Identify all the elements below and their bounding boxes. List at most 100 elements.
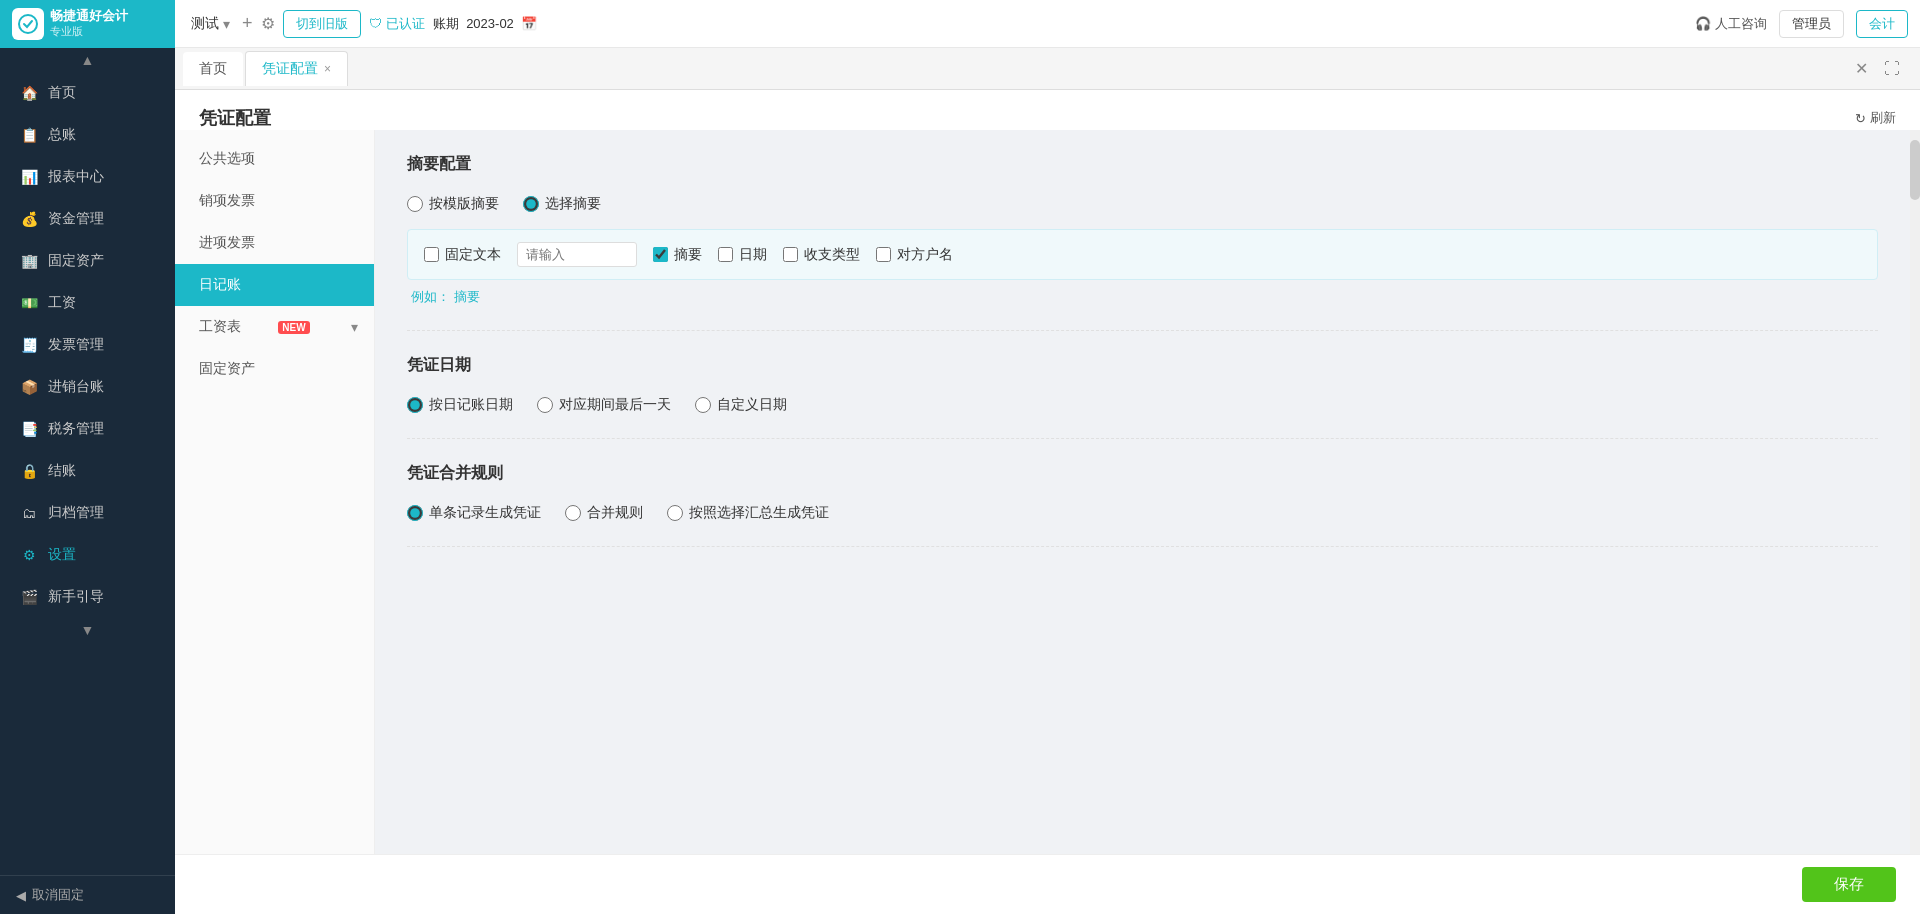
refresh-button[interactable]: ↻ 刷新	[1855, 109, 1896, 127]
unpin-icon: ◀	[16, 888, 26, 903]
save-button[interactable]: 保存	[1802, 867, 1896, 902]
radio-select-summary[interactable]: 选择摘要	[523, 195, 601, 213]
sidebar-item-invoice[interactable]: 🧾 发票管理	[0, 324, 175, 366]
config-sidebar-public[interactable]: 公共选项	[175, 138, 374, 180]
cancel-fixed-button[interactable]: ◀ 取消固定	[0, 875, 175, 914]
sidebar-item-funds[interactable]: 💰 资金管理	[0, 198, 175, 240]
sales-icon: 📦	[20, 378, 38, 396]
settings-icon: ⚙	[20, 546, 38, 564]
scrollbar-thumb[interactable]	[1910, 140, 1920, 200]
service-button[interactable]: 🎧 人工咨询	[1695, 15, 1767, 33]
income-type-checkbox[interactable]	[783, 247, 798, 262]
ledger-icon: 📋	[20, 126, 38, 144]
reports-icon: 📊	[20, 168, 38, 186]
logo-icon	[12, 8, 44, 40]
summary-section-title: 摘要配置	[407, 154, 1878, 175]
sidebar-scroll-up[interactable]: ▲	[0, 48, 175, 72]
tab-home[interactable]: 首页	[183, 52, 243, 86]
chevron-down-icon-payroll[interactable]: ▾	[351, 319, 358, 335]
accountant-button[interactable]: 会计	[1856, 10, 1908, 38]
svg-point-0	[19, 15, 37, 33]
sidebar-item-settings[interactable]: ⚙ 设置	[0, 534, 175, 576]
shield-icon: 🛡	[369, 16, 382, 31]
admin-button[interactable]: 管理员	[1779, 10, 1844, 38]
example-text: 例如： 摘要	[411, 288, 1878, 306]
fixed-text-checkbox[interactable]	[424, 247, 439, 262]
radio-merge-rule-input[interactable]	[565, 505, 581, 521]
config-sidebar: 公共选项 销项发票 进项发票 日记账 工资表 NEW ▾ 固定资产	[175, 130, 375, 854]
summary-options-row: 固定文本 摘要 日期	[407, 229, 1878, 280]
radio-custom-date[interactable]: 自定义日期	[695, 396, 787, 414]
sidebar-item-archive[interactable]: 🗂 归档管理	[0, 492, 175, 534]
tab-voucher-config[interactable]: 凭证配置 ×	[245, 51, 348, 86]
radio-merge-rule[interactable]: 合并规则	[565, 504, 643, 522]
maximize-window-button[interactable]: ⛶	[1880, 56, 1904, 82]
checkbox-counterpart[interactable]: 对方户名	[876, 246, 953, 264]
sidebar-item-salary[interactable]: 💵 工资	[0, 282, 175, 324]
refresh-icon: ↻	[1855, 111, 1866, 126]
radio-summary-generate[interactable]: 按照选择汇总生成凭证	[667, 504, 829, 522]
sidebar-item-assets[interactable]: 🏢 固定资产	[0, 240, 175, 282]
calendar-icon[interactable]: 📅	[521, 16, 537, 31]
config-sidebar-payroll[interactable]: 工资表 NEW ▾	[175, 306, 374, 348]
config-sidebar-diary[interactable]: 日记账	[175, 264, 374, 306]
funds-icon: 💰	[20, 210, 38, 228]
radio-template-summary[interactable]: 按模版摘要	[407, 195, 499, 213]
config-main: 摘要配置 按模版摘要 选择摘要	[375, 130, 1910, 854]
salary-icon: 💵	[20, 294, 38, 312]
chevron-down-icon[interactable]: ▾	[223, 16, 230, 32]
period-info: 账期 2023-02 📅	[433, 15, 538, 33]
closing-icon: 🔒	[20, 462, 38, 480]
tab-bar: 首页 凭证配置 × ✕ ⛶	[175, 48, 1920, 90]
certified-badge: 🛡 已认证	[369, 15, 425, 33]
radio-diary-date[interactable]: 按日记账日期	[407, 396, 513, 414]
summary-checkbox[interactable]	[653, 247, 668, 262]
sidebar-item-closing[interactable]: 🔒 结账	[0, 450, 175, 492]
radio-period-last[interactable]: 对应期间最后一天	[537, 396, 671, 414]
sidebar-item-ledger[interactable]: 📋 总账	[0, 114, 175, 156]
page-header: 凭证配置 ↻ 刷新	[175, 90, 1920, 130]
sidebar: ▲ 🏠 首页 📋 总账 📊 报表中心 💰 资金管理 🏢 固定资产	[0, 48, 175, 914]
config-sidebar-fixed-assets[interactable]: 固定资产	[175, 348, 374, 390]
counterpart-checkbox[interactable]	[876, 247, 891, 262]
radio-custom-date-input[interactable]	[695, 397, 711, 413]
guide-icon: 🎬	[20, 588, 38, 606]
bottom-bar: 保存	[175, 854, 1920, 914]
checkbox-summary[interactable]: 摘要	[653, 246, 702, 264]
radio-diary-date-input[interactable]	[407, 397, 423, 413]
sidebar-item-guide[interactable]: 🎬 新手引导	[0, 576, 175, 618]
tab-close-icon[interactable]: ×	[324, 62, 331, 76]
radio-single-record[interactable]: 单条记录生成凭证	[407, 504, 541, 522]
invoice-icon: 🧾	[20, 336, 38, 354]
radio-template-input[interactable]	[407, 196, 423, 212]
date-checkbox[interactable]	[718, 247, 733, 262]
sidebar-scroll-down[interactable]: ▼	[0, 618, 175, 642]
config-sidebar-sales-invoice[interactable]: 销项发票	[175, 180, 374, 222]
checkbox-date[interactable]: 日期	[718, 246, 767, 264]
checkbox-fixed-text[interactable]: 固定文本	[424, 246, 501, 264]
sidebar-item-home[interactable]: 🏠 首页	[0, 72, 175, 114]
switch-version-button[interactable]: 切到旧版	[283, 10, 361, 38]
sidebar-item-reports[interactable]: 📊 报表中心	[0, 156, 175, 198]
merge-rules-section-title: 凭证合并规则	[407, 463, 1878, 484]
logo-sub: 专业版	[50, 24, 128, 39]
sidebar-item-tax[interactable]: 📑 税务管理	[0, 408, 175, 450]
radio-period-last-input[interactable]	[537, 397, 553, 413]
radio-single-record-input[interactable]	[407, 505, 423, 521]
sidebar-item-sales[interactable]: 📦 进销台账	[0, 366, 175, 408]
page-title: 凭证配置	[199, 106, 271, 130]
config-sidebar-purchase-invoice[interactable]: 进项发票	[175, 222, 374, 264]
logo-text: 畅捷通好会计	[50, 8, 128, 24]
right-scrollbar[interactable]	[1910, 130, 1920, 854]
radio-select-input[interactable]	[523, 196, 539, 212]
add-icon[interactable]: +	[242, 13, 253, 34]
assets-icon: 🏢	[20, 252, 38, 270]
radio-summary-generate-input[interactable]	[667, 505, 683, 521]
logo-text-block: 畅捷通好会计 专业版	[50, 8, 128, 39]
checkbox-income-type[interactable]: 收支类型	[783, 246, 860, 264]
archive-icon: 🗂	[20, 504, 38, 522]
gear-icon[interactable]: ⚙	[261, 14, 275, 33]
fixed-text-input[interactable]	[517, 242, 637, 267]
close-window-button[interactable]: ✕	[1851, 55, 1872, 82]
voucher-date-radio-group: 按日记账日期 对应期间最后一天 自定义日期	[407, 396, 1878, 414]
